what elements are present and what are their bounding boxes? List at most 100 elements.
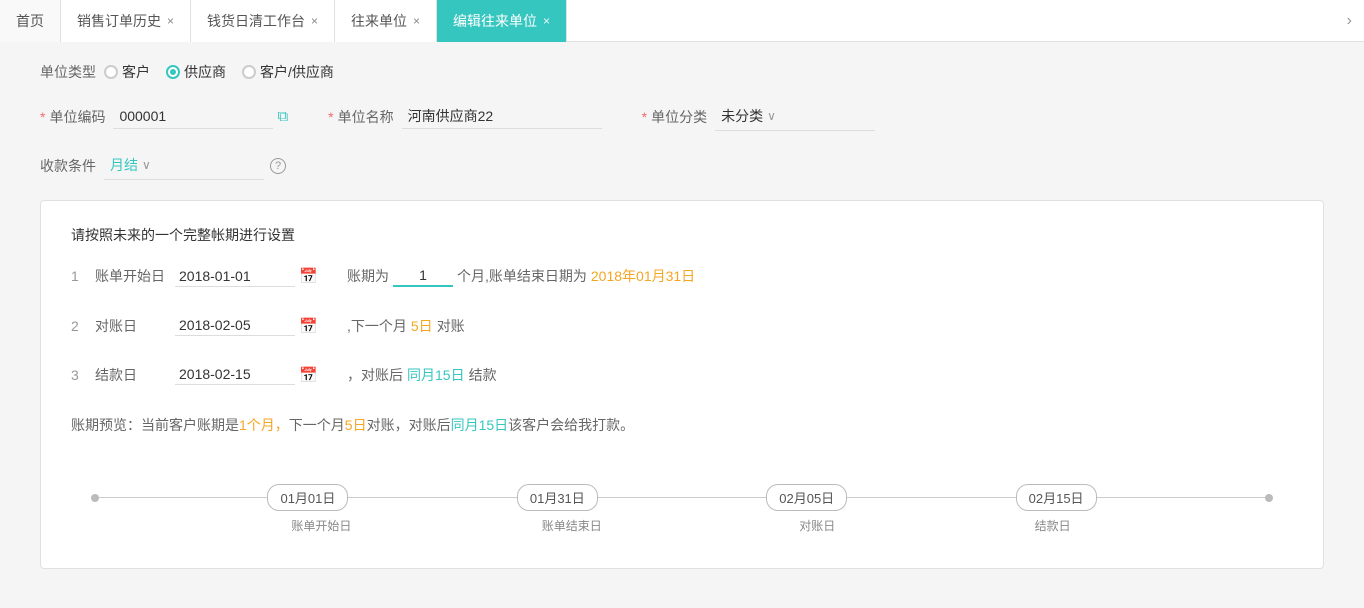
card-title: 请按照未来的一个完整帐期进行设置 — [71, 225, 1293, 245]
tl-badge-4: 02月15日 — [1016, 484, 1097, 511]
timeline-right-dot — [1265, 494, 1273, 502]
tl-label-3: 对账日 — [782, 517, 852, 534]
unit-name-star: * — [328, 109, 333, 125]
preview-reconcile-day: 5日 — [345, 417, 367, 433]
timeline-line-1 — [99, 497, 267, 498]
payment-terms-help-icon[interactable]: ? — [270, 158, 286, 174]
tab-home-label: 首页 — [16, 11, 44, 31]
unit-info-row: * 单位编码 ⧉ * 单位名称 * 单位分类 未分类 ∨ — [40, 102, 1324, 131]
tl-point-2: 01月31日 — [517, 484, 598, 511]
row-1-suffix: 账期为 个月,账单结束日期为 2018年01月31日 — [347, 265, 695, 287]
radio-customer-label: 客户 — [122, 62, 150, 82]
unit-name-input[interactable] — [402, 104, 602, 129]
payment-after: 结款 — [469, 365, 497, 385]
preview-reconcile-suffix: 对账，对账后 — [367, 417, 451, 433]
unit-type-label: 单位类型 — [40, 62, 96, 82]
unit-type-radio-group: 客户 供应商 客户/供应商 — [104, 62, 334, 82]
payment-terms-select[interactable]: 月结 ∨ — [104, 151, 264, 180]
radio-supplier[interactable]: 供应商 — [166, 62, 226, 82]
row-2-num: 2 — [71, 318, 95, 334]
tab-more-button[interactable]: › — [1335, 12, 1364, 30]
row-1-label: 账单开始日 — [95, 266, 175, 286]
timeline-line-4 — [847, 497, 1015, 498]
preview-payment-day: 同月15日 — [451, 417, 509, 433]
preview-text: 账期预览：当前客户账期是1个月，下一个月5日对账，对账后同月15日该客户会给我打… — [71, 413, 1293, 438]
tab-bar: 首页 销售订单历史 × 钱货日清工作台 × 往来单位 × 编辑往来单位 × › — [0, 0, 1364, 42]
row-2-date: 📅 — [175, 315, 335, 336]
tab-partner[interactable]: 往来单位 × — [335, 0, 437, 42]
tl-point-4: 02月15日 — [1016, 484, 1097, 511]
unit-type-row: 单位类型 客户 供应商 客户/供应商 — [40, 62, 1324, 82]
payment-date-cal-icon[interactable]: 📅 — [299, 366, 318, 384]
payment-terms-value: 月结 — [110, 155, 138, 175]
tl-point-1: 01月01日 — [267, 484, 348, 511]
tl-badge-2: 01月31日 — [517, 484, 598, 511]
tl-badge-3: 02月05日 — [766, 484, 847, 511]
unit-code-item: * 单位编码 ⧉ — [40, 104, 288, 129]
reconcile-prefix: ,下一个月 — [347, 316, 407, 336]
radio-supplier-label: 供应商 — [184, 62, 226, 82]
main-content: 单位类型 客户 供应商 客户/供应商 * 单位编码 — [0, 42, 1364, 608]
settings-card: 请按照未来的一个完整帐期进行设置 1 账单开始日 📅 账期为 个月,账单结束日期… — [40, 200, 1324, 569]
timeline-line-2 — [348, 497, 516, 498]
tab-sales-history[interactable]: 销售订单历史 × — [61, 0, 191, 42]
close-partner-icon[interactable]: × — [413, 14, 420, 28]
close-edit-partner-icon[interactable]: × — [543, 14, 550, 28]
row-3-date: 📅 — [175, 364, 335, 385]
unit-name-label: 单位名称 — [338, 107, 394, 127]
timeline-left-dot — [91, 494, 99, 502]
reconcile-day-highlight: 5日 — [411, 316, 433, 336]
unit-category-select[interactable]: 未分类 ∨ — [715, 102, 875, 131]
row-3-label: 结款日 — [95, 365, 175, 385]
unit-name-item: * 单位名称 — [328, 104, 601, 129]
unit-category-arrow: ∨ — [767, 109, 776, 123]
tl-label-2-text: 账单结束日 — [542, 517, 602, 534]
tl-label-4-text: 结款日 — [1035, 517, 1071, 534]
unit-code-copy-icon[interactable]: ⧉ — [277, 108, 288, 125]
radio-customer-circle — [104, 65, 118, 79]
timeline-line-5 — [1097, 497, 1265, 498]
radio-both-circle — [242, 65, 256, 79]
tab-home[interactable]: 首页 — [0, 0, 61, 42]
tl-label-4: 结款日 — [1023, 517, 1083, 534]
tl-badge-1: 01月01日 — [267, 484, 348, 511]
tab-cash-work[interactable]: 钱货日清工作台 × — [191, 0, 335, 42]
reconcile-date-input[interactable] — [175, 315, 295, 336]
tab-cash-work-label: 钱货日清工作台 — [207, 11, 305, 31]
close-sales-history-icon[interactable]: × — [167, 14, 174, 28]
close-cash-work-icon[interactable]: × — [311, 14, 318, 28]
unit-category-label: 单位分类 — [651, 107, 707, 127]
unit-category-star: * — [642, 109, 647, 125]
payment-date-input[interactable] — [175, 364, 295, 385]
radio-both[interactable]: 客户/供应商 — [242, 62, 334, 82]
payment-terms-item: 收款条件 月结 ∨ ? — [40, 151, 286, 180]
period-label: 账期为 — [347, 266, 389, 286]
preview-period: 1个月， — [239, 417, 289, 433]
start-date-input[interactable] — [175, 266, 295, 287]
tab-edit-partner[interactable]: 编辑往来单位 × — [437, 0, 567, 42]
row-1-num: 1 — [71, 268, 95, 284]
tab-sales-history-label: 销售订单历史 — [77, 11, 161, 31]
row-2-label: 对账日 — [95, 316, 175, 336]
row-1-date: 📅 — [175, 266, 335, 287]
tl-label-2: 账单结束日 — [532, 517, 612, 534]
payment-terms-arrow: ∨ — [142, 158, 151, 172]
unit-category-value: 未分类 — [721, 106, 763, 126]
unit-code-input[interactable] — [113, 104, 273, 129]
reconcile-after: 对账 — [437, 316, 465, 336]
row-3-num: 3 — [71, 367, 95, 383]
tl-label-1-text: 账单开始日 — [291, 517, 351, 534]
preview-reconcile-prefix: 下一个月 — [289, 417, 345, 433]
period-input[interactable] — [393, 265, 453, 287]
timeline-line-3 — [598, 497, 766, 498]
radio-customer[interactable]: 客户 — [104, 62, 150, 82]
start-date-cal-icon[interactable]: 📅 — [299, 267, 318, 285]
unit-code-star: * — [40, 109, 45, 125]
reconcile-date-cal-icon[interactable]: 📅 — [299, 317, 318, 335]
unit-category-item: * 单位分类 未分类 ∨ — [642, 102, 875, 131]
timeline-container: 01月01日 01月31日 02月05日 02月15日 — [71, 466, 1293, 544]
tab-partner-label: 往来单位 — [351, 11, 407, 31]
row-3-suffix: ，对账后 同月15日 结款 — [347, 365, 497, 385]
reconcile-row: 2 对账日 📅 ,下一个月 5日 对账 — [71, 315, 1293, 336]
payment-prefix: ，对账后 — [347, 365, 403, 385]
